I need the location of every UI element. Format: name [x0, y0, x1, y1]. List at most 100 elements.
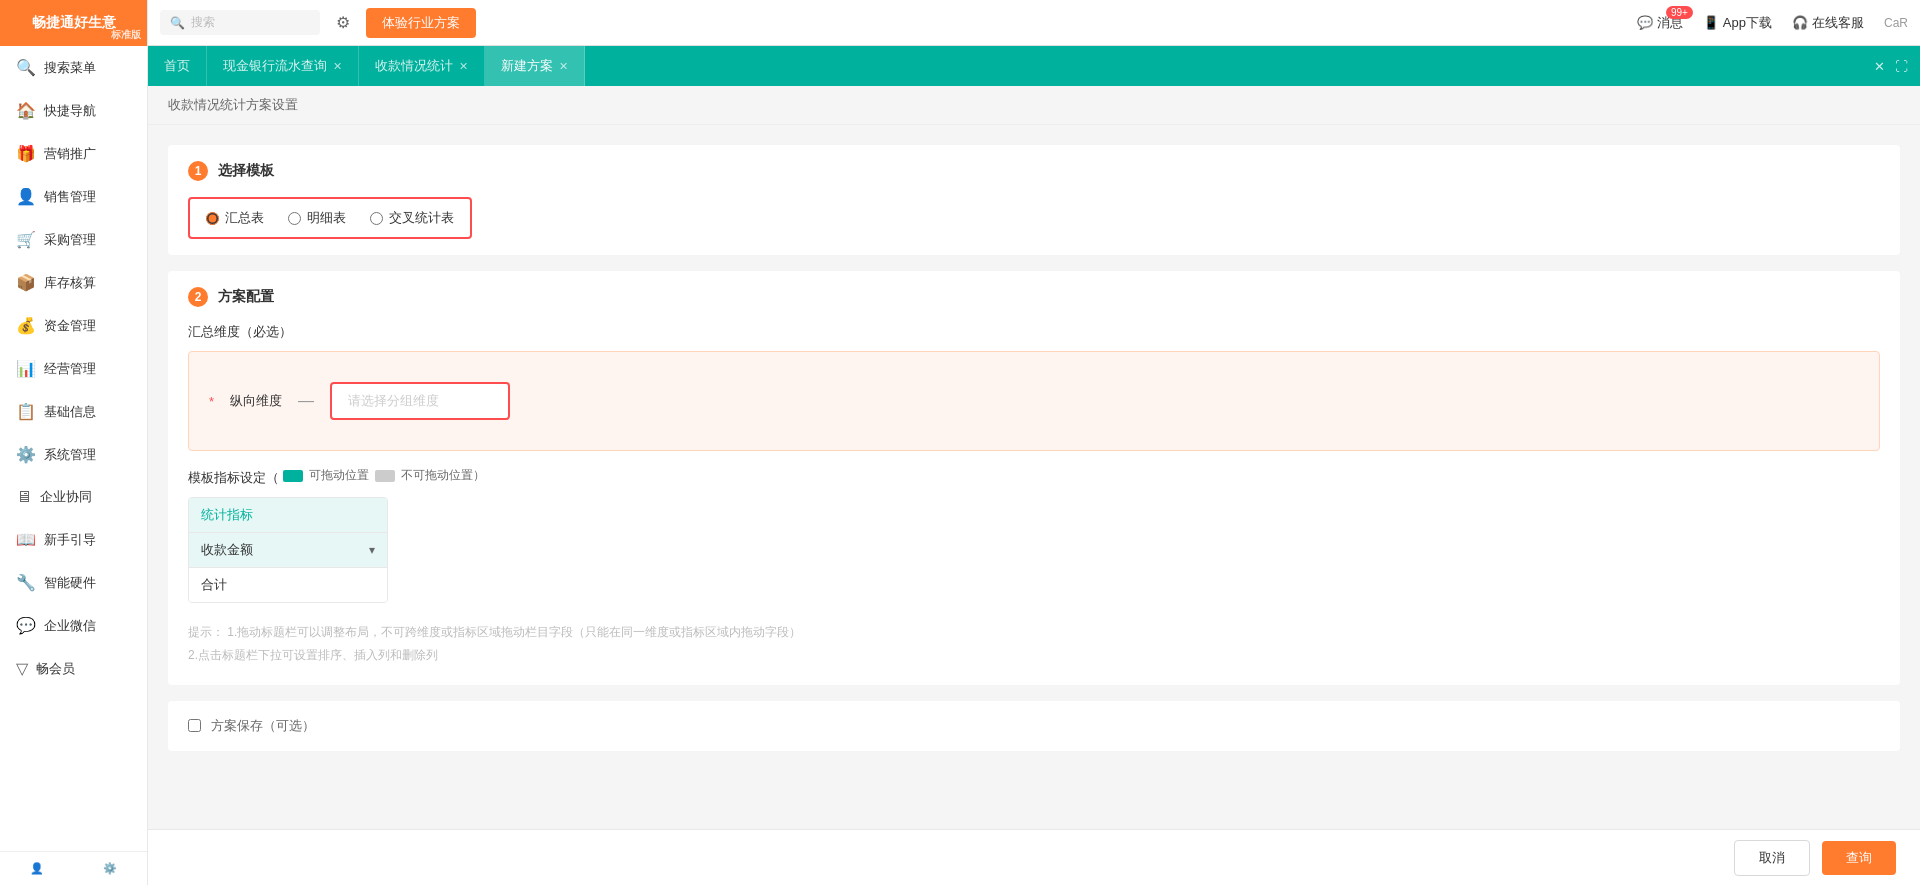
app-download-link[interactable]: 📱 App下载	[1703, 14, 1772, 32]
step2-title: 2 方案配置	[188, 287, 1880, 307]
chat-icon: 💬	[16, 616, 36, 635]
hints-area: 提示： 1.拖动标题栏可以调整布局，不可跨维度或指标区域拖动栏目字段（只能在同一…	[188, 622, 1880, 667]
query-button[interactable]: 查询	[1822, 841, 1896, 875]
radio-summary[interactable]: 汇总表	[206, 209, 264, 227]
app-edition: 标准版	[111, 28, 141, 42]
sidebar-item-label: 企业协同	[40, 488, 92, 506]
tab-payment-stats[interactable]: 收款情况统计 ✕	[359, 46, 485, 86]
sidebar-item-label: 营销推广	[44, 145, 96, 163]
sidebar-item-label: 畅会员	[36, 660, 75, 678]
radio-cross[interactable]: 交叉统计表	[370, 209, 454, 227]
sidebar-item-guide[interactable]: 📖 新手引导	[0, 518, 147, 561]
tab-new-plan-close[interactable]: ✕	[559, 60, 568, 73]
dimension-area: * 纵向维度 — 请选择分组维度	[188, 351, 1880, 451]
close-window-icon[interactable]: ✕	[1874, 59, 1885, 74]
content-area: 收款情况统计方案设置 1 选择模板 汇总表 明细表	[148, 86, 1920, 885]
page-header: 收款情况统计方案设置	[148, 86, 1920, 125]
gift-icon: 🎁	[16, 144, 36, 163]
user-icon: 👤	[16, 187, 36, 206]
settings-icon[interactable]: ⚙	[336, 13, 350, 32]
search-bar[interactable]: 🔍 搜索	[160, 10, 320, 35]
drag-legend: 可拖动位置 不可拖动位置）	[283, 467, 485, 484]
tab-new-plan[interactable]: 新建方案 ✕	[485, 46, 585, 86]
step2-label: 方案配置	[218, 288, 274, 306]
sidebar-item-basic-info[interactable]: 📋 基础信息	[0, 390, 147, 433]
hint-2: 2.点击标题栏下拉可设置排序、插入列和删除列	[188, 645, 1880, 667]
sidebar-item-system[interactable]: ⚙️ 系统管理	[0, 433, 147, 476]
sidebar-bottom-settings[interactable]: ⚙️	[103, 862, 117, 875]
radio-summary-label: 汇总表	[225, 209, 264, 227]
dimension-block: 汇总维度（必选） * 纵向维度 — 请选择分组维度	[188, 323, 1880, 451]
sidebar-item-label: 快捷导航	[44, 102, 96, 120]
metrics-setting-label: 模板指标设定（ 可拖动位置 不可拖动位置）	[188, 467, 485, 487]
sidebar-item-marketing[interactable]: 🎁 营销推广	[0, 132, 147, 175]
sidebar-item-label: 系统管理	[44, 446, 96, 464]
online-service-label: 在线客服	[1812, 14, 1864, 32]
metrics-table-header: 统计指标	[189, 498, 387, 533]
metric-name: 收款金额	[201, 541, 253, 559]
sidebar-bottom-user[interactable]: 👤	[30, 862, 44, 875]
radio-cross-input[interactable]	[370, 212, 383, 225]
member-icon: ▽	[16, 659, 28, 678]
dimension-selector[interactable]: 请选择分组维度	[330, 382, 510, 420]
money-icon: 💰	[16, 316, 36, 335]
download-icon: 📱	[1703, 15, 1719, 30]
dimension-title-text: 汇总维度（必选）	[188, 324, 292, 339]
tab-home[interactable]: 首页	[148, 46, 207, 86]
sidebar-item-finance[interactable]: 💰 资金管理	[0, 304, 147, 347]
radio-detail[interactable]: 明细表	[288, 209, 346, 227]
tab-bank-flow-close[interactable]: ✕	[333, 60, 342, 73]
sidebar-item-label: 基础信息	[44, 403, 96, 421]
sidebar-item-label: 库存核算	[44, 274, 96, 292]
dimension-placeholder: 请选择分组维度	[348, 393, 439, 408]
tab-payment-stats-label: 收款情况统计	[375, 57, 453, 75]
sidebar-item-inventory[interactable]: 📦 库存核算	[0, 261, 147, 304]
step1-label: 选择模板	[218, 162, 274, 180]
step2-number: 2	[188, 287, 208, 307]
radio-detail-input[interactable]	[288, 212, 301, 225]
sidebar-item-hardware[interactable]: 🔧 智能硬件	[0, 561, 147, 604]
sidebar-item-label: 企业微信	[44, 617, 96, 635]
sidebar-item-label: 销售管理	[44, 188, 96, 206]
step2-section: 2 方案配置 汇总维度（必选） * 纵向维度 — 请选择分组维	[168, 271, 1900, 685]
online-service-link[interactable]: 🎧 在线客服	[1792, 14, 1864, 32]
sidebar-item-label: 新手引导	[44, 531, 96, 549]
tab-payment-stats-close[interactable]: ✕	[459, 60, 468, 73]
notification-badge: 99+	[1666, 6, 1693, 19]
tool-icon: 🔧	[16, 573, 36, 592]
metrics-header: 模板指标设定（ 可拖动位置 不可拖动位置）	[188, 467, 1880, 487]
save-section: 方案保存（可选）	[168, 701, 1900, 751]
trial-button[interactable]: 体验行业方案	[366, 8, 476, 38]
sidebar-item-sales[interactable]: 👤 销售管理	[0, 175, 147, 218]
sidebar-item-operations[interactable]: 📊 经营管理	[0, 347, 147, 390]
sidebar-item-member[interactable]: ▽ 畅会员	[0, 647, 147, 690]
save-label[interactable]: 方案保存（可选）	[211, 717, 315, 735]
sidebar-item-search[interactable]: 🔍 搜索菜单	[0, 46, 147, 89]
step1-number: 1	[188, 161, 208, 181]
topbar: 🔍 搜索 ⚙ 体验行业方案 💬 消息 99+ 📱 App下载 🎧 在线客服 Ca…	[148, 0, 1920, 46]
radio-summary-input[interactable]	[206, 212, 219, 225]
app-name: 畅捷通好生意	[32, 14, 116, 32]
metrics-subtotal: 合计	[189, 567, 387, 602]
save-checkbox[interactable]	[188, 719, 201, 732]
chevron-down-icon[interactable]: ▾	[369, 543, 375, 557]
radio-detail-label: 明细表	[307, 209, 346, 227]
cancel-button[interactable]: 取消	[1734, 840, 1810, 876]
tab-new-plan-label: 新建方案	[501, 57, 553, 75]
sidebar-item-collab[interactable]: 🖥 企业协同	[0, 476, 147, 518]
sidebar-item-quick-nav[interactable]: 🏠 快捷导航	[0, 89, 147, 132]
metrics-cell-amount[interactable]: 收款金额 ▾	[189, 533, 387, 567]
page-header-title: 收款情况统计方案设置	[168, 97, 298, 112]
maximize-icon[interactable]: ⛶	[1895, 59, 1908, 74]
service-icon: 🎧	[1792, 15, 1808, 30]
sidebar-item-wechat[interactable]: 💬 企业微信	[0, 604, 147, 647]
gear-icon: ⚙️	[16, 445, 36, 464]
tab-bank-flow[interactable]: 现金银行流水查询 ✕	[207, 46, 359, 86]
message-icon: 💬	[1637, 15, 1653, 30]
app-download-label: App下载	[1723, 14, 1772, 32]
footer: 取消 查询	[148, 829, 1920, 885]
topbar-right: 💬 消息 99+ 📱 App下载 🎧 在线客服 CaR	[1637, 14, 1908, 32]
sidebar-item-purchase[interactable]: 🛒 采购管理	[0, 218, 147, 261]
notification-area[interactable]: 💬 消息 99+	[1637, 14, 1683, 32]
bag-icon: 🛒	[16, 230, 36, 249]
